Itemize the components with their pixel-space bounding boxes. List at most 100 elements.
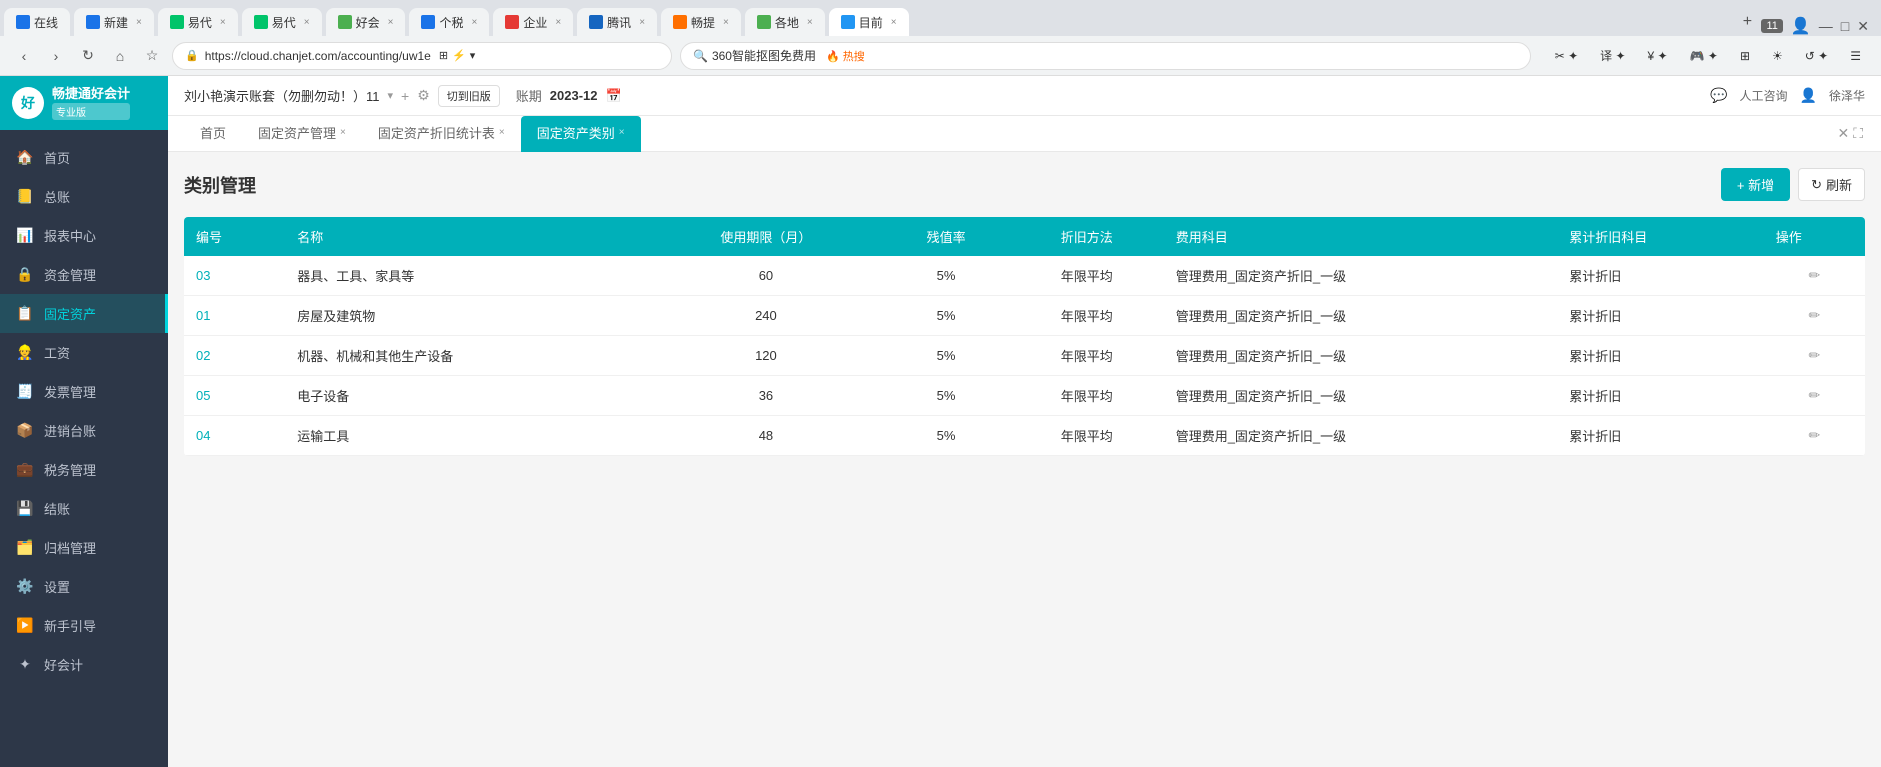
tab-favicon (505, 15, 519, 29)
cell-code[interactable]: 04 (184, 416, 285, 456)
sidebar-item-general[interactable]: 📒总账 (0, 177, 168, 216)
page-tab-pt3[interactable]: 固定资产折旧统计表 × (362, 116, 521, 152)
cell-code[interactable]: 01 (184, 296, 285, 336)
sidebar-item-label: 首页 (44, 148, 70, 167)
sidebar-item-settings[interactable]: ⚙️设置 (0, 567, 168, 606)
close-window-icon[interactable]: ✕ (1857, 18, 1869, 35)
back-button[interactable]: ‹ (12, 44, 36, 68)
add-button[interactable]: + 新增 (1721, 168, 1790, 201)
browser-tab-t1[interactable]: 在线 (4, 8, 70, 36)
edit-button[interactable]: ✏ (1808, 387, 1820, 403)
browser-tab-t2[interactable]: 新建× (74, 8, 154, 36)
forward-button[interactable]: › (44, 44, 68, 68)
sidebar-item-reports[interactable]: 📊报表中心 (0, 216, 168, 255)
cell-code[interactable]: 05 (184, 376, 285, 416)
brightness-tool[interactable]: ☀ (1764, 47, 1791, 65)
add-company-btn[interactable]: + (401, 88, 409, 104)
tab-close-icon[interactable]: × (136, 17, 142, 28)
tab-favicon (589, 15, 603, 29)
sidebar-item-checkout[interactable]: 💾结账 (0, 489, 168, 528)
tab-close-icon[interactable]: × (639, 17, 645, 28)
bookmark-button[interactable]: ☆ (140, 44, 164, 68)
minimize-icon[interactable]: — (1819, 18, 1833, 34)
code-link[interactable]: 01 (196, 308, 210, 323)
browser-tab-t6[interactable]: 个税× (409, 8, 489, 36)
settings-gear-icon[interactable]: ⚙ (417, 87, 430, 104)
edit-button[interactable]: ✏ (1808, 347, 1820, 363)
tab-close-icon[interactable]: × (807, 17, 813, 28)
sidebar-item-more[interactable]: ✦好会计 (0, 645, 168, 684)
sidebar-item-salary[interactable]: 👷工资 (0, 333, 168, 372)
browser-tab-t5[interactable]: 好会× (326, 8, 406, 36)
page-tab-close-icon[interactable]: × (340, 127, 346, 138)
undo-tool[interactable]: ↺ ✦ (1797, 47, 1836, 65)
cut-tool[interactable]: ✂ ✦ (1547, 47, 1586, 65)
sidebar-item-guide[interactable]: ▶️新手引导 (0, 606, 168, 645)
cell-code[interactable]: 03 (184, 256, 285, 296)
home-button[interactable]: ⌂ (108, 44, 132, 68)
tab-close-icon[interactable]: × (220, 17, 226, 28)
sidebar-item-tax[interactable]: 💼税务管理 (0, 450, 168, 489)
currency-tool[interactable]: ¥ ✦ (1640, 47, 1676, 65)
tab-close-icon[interactable]: × (723, 17, 729, 28)
tab-close-icon[interactable]: × (555, 17, 561, 28)
code-link[interactable]: 03 (196, 268, 210, 283)
browser-tab-t10[interactable]: 各地× (745, 8, 825, 36)
tab-close-icon[interactable]: × (388, 17, 394, 28)
consultant-label[interactable]: 人工咨询 (1740, 87, 1788, 104)
new-tab-button[interactable]: + (1733, 8, 1761, 36)
browser-tab-t4[interactable]: 易代× (242, 8, 322, 36)
expand-tab-btn[interactable]: ⛶ (1851, 123, 1865, 144)
tax-icon: 💼 (16, 461, 34, 478)
page-tab-close-icon[interactable]: × (499, 127, 505, 138)
browser-tab-t8[interactable]: 腾讯× (577, 8, 657, 36)
browser-tab-t7[interactable]: 企业 × (493, 8, 573, 36)
switch-version-btn[interactable]: 切到旧版 (438, 85, 500, 107)
game-tool[interactable]: 🎮 ✦ (1682, 47, 1726, 65)
maximize-icon[interactable]: □ (1841, 18, 1849, 34)
reload-button[interactable]: ↻ (76, 44, 100, 68)
sidebar-item-assets[interactable]: 📋固定资产 (0, 294, 168, 333)
translate-tool[interactable]: 译 ✦ (1592, 45, 1633, 66)
edit-button[interactable]: ✏ (1808, 267, 1820, 283)
dropdown-icon[interactable]: ▾ (470, 49, 476, 62)
grid-tool[interactable]: ⊞ (1732, 47, 1758, 65)
edit-button[interactable]: ✏ (1808, 307, 1820, 323)
company-dropdown-icon[interactable]: ▾ (388, 89, 394, 102)
refresh-button[interactable]: ↻ 刷新 (1798, 168, 1865, 201)
tab-label: 在线 (34, 14, 58, 31)
page-tab-pt4[interactable]: 固定资产类别 × (521, 116, 641, 152)
cell-name: 机器、机械和其他生产设备 (285, 336, 649, 376)
sidebar-item-home[interactable]: 🏠首页 (0, 138, 168, 177)
tab-close-icon[interactable]: × (471, 17, 477, 28)
page-tab-pt2[interactable]: 固定资产管理 × (242, 116, 362, 152)
top-bar-left: 刘小艳演示账套（勿删勿动！）11 ▾ + ⚙ 切到旧版 账期 2023-12 📅 (184, 85, 622, 107)
edit-button[interactable]: ✏ (1808, 427, 1820, 443)
sidebar-menu: 🏠首页📒总账📊报表中心🔒资金管理📋固定资产👷工资🧾发票管理📦进销台账💼税务管理💾… (0, 130, 168, 767)
close-tab-btn[interactable]: ✕ (1835, 123, 1851, 144)
sidebar-item-archive[interactable]: 🗂️归档管理 (0, 528, 168, 567)
code-link[interactable]: 04 (196, 428, 210, 443)
code-link[interactable]: 02 (196, 348, 210, 363)
sidebar-item-invoice[interactable]: 🧾发票管理 (0, 372, 168, 411)
page-tab-pt1[interactable]: 首页 (184, 116, 242, 152)
browser-tab-t9[interactable]: 畅提× (661, 8, 741, 36)
tab-label: 企业 (523, 14, 547, 31)
calendar-icon[interactable]: 📅 (606, 88, 622, 104)
tab-close-icon[interactable]: × (891, 17, 897, 28)
browser-tab-t3[interactable]: 易代× (158, 8, 238, 36)
lock-icon: 🔒 (185, 49, 199, 62)
category-table: 编号名称使用期限（月）残值率折旧方法费用科目累计折旧科目操作 03器具、工具、家… (184, 217, 1865, 456)
sidebar-item-label: 发票管理 (44, 382, 96, 401)
sidebar-item-funds[interactable]: 🔒资金管理 (0, 255, 168, 294)
code-link[interactable]: 05 (196, 388, 210, 403)
profile-icon[interactable]: 👤 (1791, 16, 1811, 36)
menu-tool[interactable]: ☰ (1842, 47, 1869, 65)
page-tab-close-icon[interactable]: × (619, 127, 625, 138)
url-bar[interactable]: 🔒 https://cloud.chanjet.com/accounting/u… (172, 42, 672, 70)
sidebar-item-purchase[interactable]: 📦进销台账 (0, 411, 168, 450)
browser-tab-t11[interactable]: 目前× (829, 8, 909, 36)
search-bar[interactable]: 🔍 360智能抠图免费用 🔥 热搜 (680, 42, 1531, 70)
cell-code[interactable]: 02 (184, 336, 285, 376)
tab-close-icon[interactable]: × (304, 17, 310, 28)
